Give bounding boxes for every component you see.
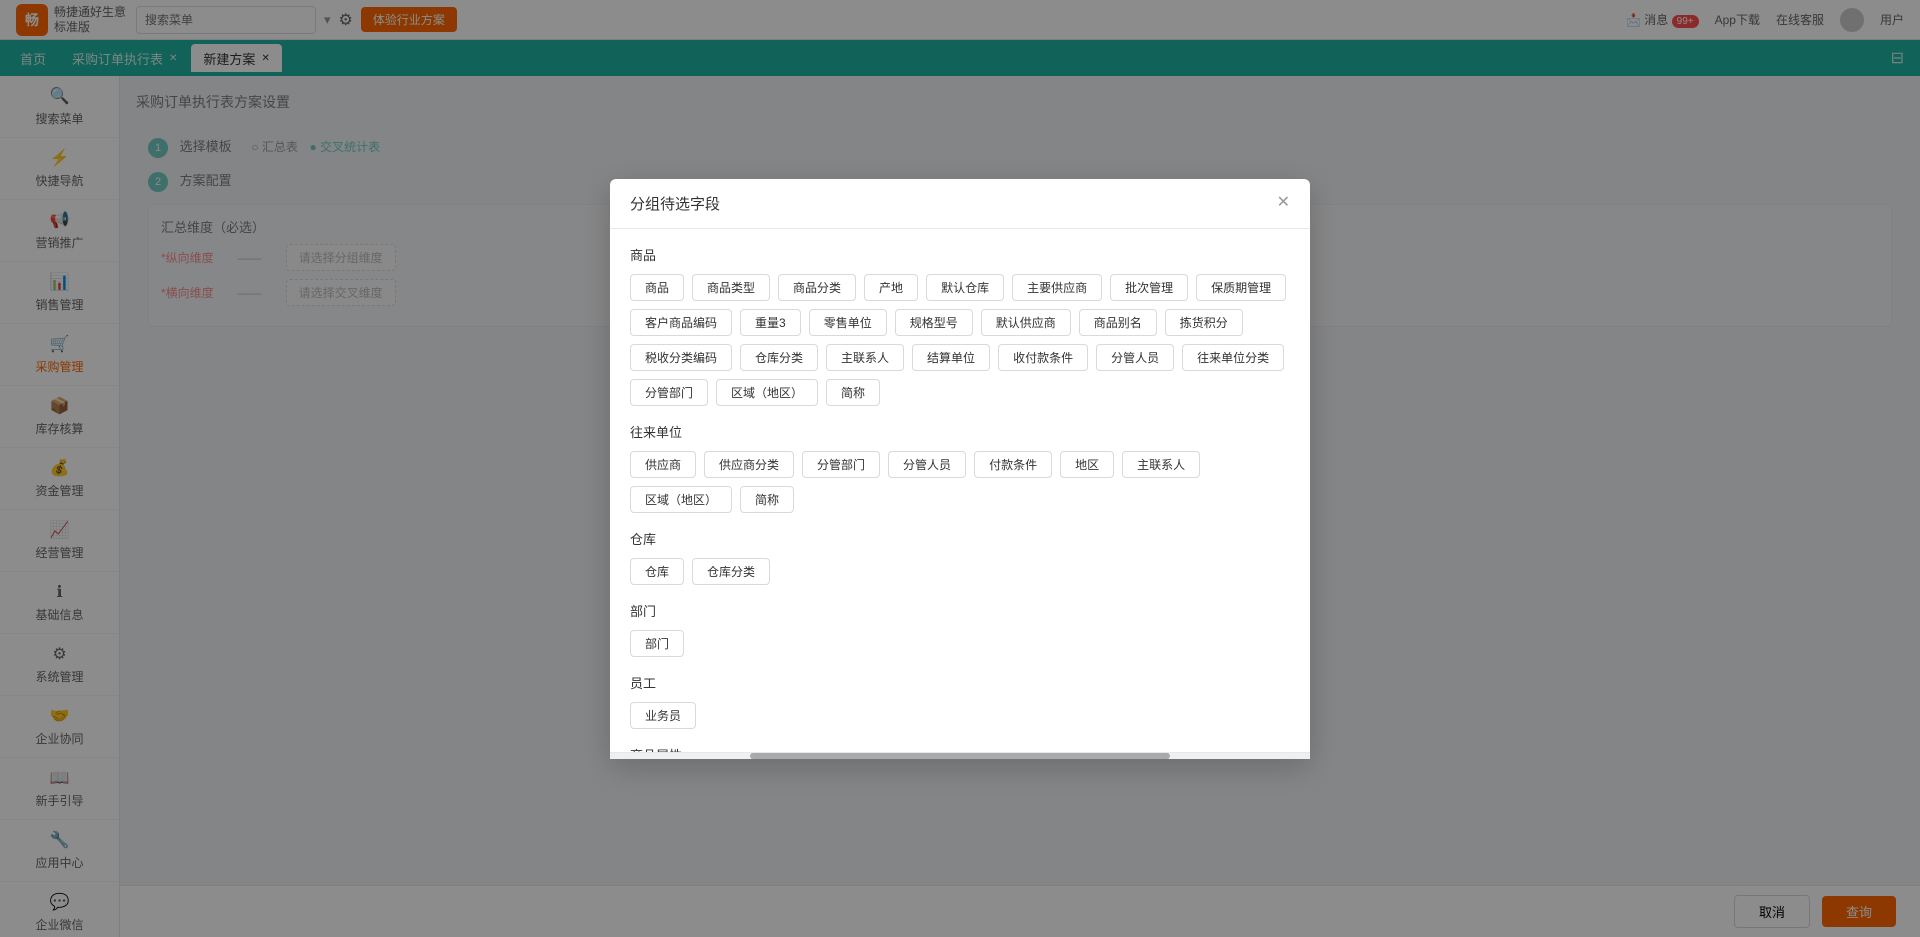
field-tag[interactable]: 仓库分类 <box>740 344 818 371</box>
section-department: 部门 部门 <box>630 601 1290 657</box>
field-tag[interactable]: 主联系人 <box>1122 451 1200 478</box>
field-tag[interactable]: 供应商分类 <box>704 451 794 478</box>
section-partner: 往来单位 供应商 供应商分类 分管部门 分管人员 付款条件 地区 主联系人 区域… <box>630 422 1290 513</box>
field-tag[interactable]: 客户商品编码 <box>630 309 732 336</box>
field-tag[interactable]: 分管人员 <box>1096 344 1174 371</box>
field-selection-modal: 分组待选字段 ✕ 商品 商品 商品类型 商品分类 产地 默认仓库 主要供应商 批… <box>610 179 1310 759</box>
field-tag[interactable]: 分管部门 <box>802 451 880 478</box>
field-tag[interactable]: 收付款条件 <box>998 344 1088 371</box>
section-partner-tags: 供应商 供应商分类 分管部门 分管人员 付款条件 地区 主联系人 区域（地区） … <box>630 451 1290 513</box>
section-warehouse: 仓库 仓库 仓库分类 <box>630 529 1290 585</box>
field-tag[interactable]: 重量3 <box>740 309 801 336</box>
section-employee: 员工 业务员 <box>630 673 1290 729</box>
modal-header: 分组待选字段 ✕ <box>610 179 1310 229</box>
section-warehouse-title: 仓库 <box>630 529 1290 548</box>
field-tag[interactable]: 分管人员 <box>888 451 966 478</box>
field-tag[interactable]: 默认供应商 <box>981 309 1071 336</box>
modal-hscroll[interactable] <box>610 752 1310 759</box>
field-tag[interactable]: 付款条件 <box>974 451 1052 478</box>
field-tag[interactable]: 规格型号 <box>895 309 973 336</box>
field-tag[interactable]: 产地 <box>864 274 918 301</box>
modal-close-btn[interactable]: ✕ <box>1277 195 1290 211</box>
field-tag[interactable]: 区域（地区） <box>716 379 818 406</box>
field-tag[interactable]: 默认仓库 <box>926 274 1004 301</box>
modal-overlay: 分组待选字段 ✕ 商品 商品 商品类型 商品分类 产地 默认仓库 主要供应商 批… <box>0 0 1920 937</box>
section-department-tags: 部门 <box>630 630 1290 657</box>
field-tag[interactable]: 仓库分类 <box>692 558 770 585</box>
modal-body[interactable]: 商品 商品 商品类型 商品分类 产地 默认仓库 主要供应商 批次管理 保质期管理… <box>610 229 1310 752</box>
modal-title: 分组待选字段 <box>630 193 720 214</box>
section-goods-attr-title: 商品属性 <box>630 745 1290 752</box>
section-employee-tags: 业务员 <box>630 702 1290 729</box>
section-goods: 商品 商品 商品类型 商品分类 产地 默认仓库 主要供应商 批次管理 保质期管理… <box>630 245 1290 406</box>
field-tag[interactable]: 业务员 <box>630 702 696 729</box>
field-tag[interactable]: 批次管理 <box>1110 274 1188 301</box>
section-goods-attr: 商品属性 属性 颜色 多规格 尺码 鞋码 1 <box>630 745 1290 752</box>
field-tag[interactable]: 主要供应商 <box>1012 274 1102 301</box>
field-tag[interactable]: 商品类型 <box>692 274 770 301</box>
section-department-title: 部门 <box>630 601 1290 620</box>
field-tag[interactable]: 简称 <box>826 379 880 406</box>
field-tag[interactable]: 仓库 <box>630 558 684 585</box>
section-goods-title: 商品 <box>630 245 1290 264</box>
field-tag[interactable]: 往来单位分类 <box>1182 344 1284 371</box>
field-tag[interactable]: 税收分类编码 <box>630 344 732 371</box>
field-tag[interactable]: 拣货积分 <box>1165 309 1243 336</box>
field-tag[interactable]: 商品分类 <box>778 274 856 301</box>
field-tag[interactable]: 地区 <box>1060 451 1114 478</box>
field-tag[interactable]: 保质期管理 <box>1196 274 1286 301</box>
section-warehouse-tags: 仓库 仓库分类 <box>630 558 1290 585</box>
field-tag[interactable]: 商品 <box>630 274 684 301</box>
field-tag[interactable]: 主联系人 <box>826 344 904 371</box>
field-tag[interactable]: 分管部门 <box>630 379 708 406</box>
field-tag[interactable]: 区域（地区） <box>630 486 732 513</box>
section-partner-title: 往来单位 <box>630 422 1290 441</box>
section-goods-tags: 商品 商品类型 商品分类 产地 默认仓库 主要供应商 批次管理 保质期管理 客户… <box>630 274 1290 406</box>
field-tag[interactable]: 结算单位 <box>912 344 990 371</box>
section-employee-title: 员工 <box>630 673 1290 692</box>
field-tag[interactable]: 零售单位 <box>809 309 887 336</box>
field-tag[interactable]: 商品别名 <box>1079 309 1157 336</box>
field-tag[interactable]: 部门 <box>630 630 684 657</box>
field-tag[interactable]: 简称 <box>740 486 794 513</box>
field-tag[interactable]: 供应商 <box>630 451 696 478</box>
